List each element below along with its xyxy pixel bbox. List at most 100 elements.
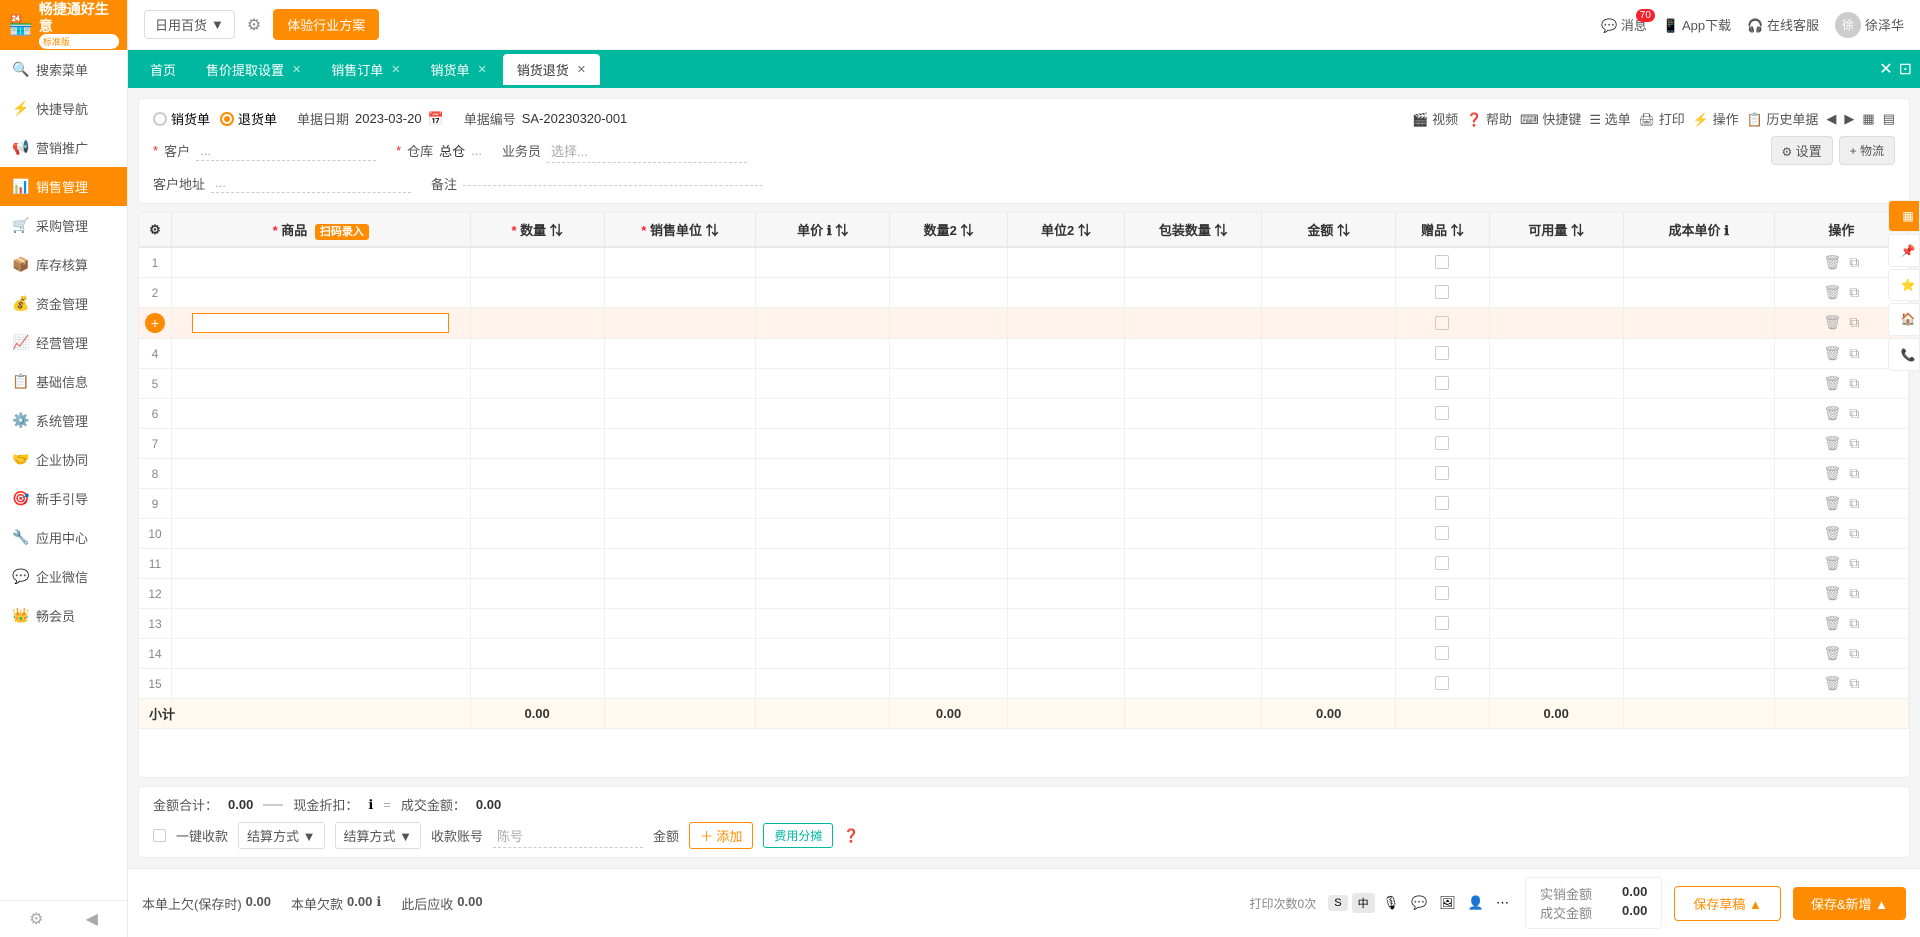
gift-checkbox-2[interactable]: [1435, 285, 1449, 299]
gift-checkbox-14[interactable]: [1435, 646, 1449, 660]
sidebar-item-4[interactable]: 🛒采购管理: [0, 206, 127, 245]
avail-cell-6[interactable]: [1489, 398, 1623, 428]
gift-cell-12[interactable]: [1396, 578, 1489, 608]
info-icon[interactable]: ℹ: [368, 797, 373, 813]
pkg-cell-12[interactable]: [1125, 578, 1262, 608]
qty2-cell-8[interactable]: [890, 458, 1007, 488]
product-cell-2[interactable]: [172, 277, 471, 307]
product-cell-3[interactable]: [172, 307, 471, 338]
staff-input[interactable]: 选择...: [547, 139, 747, 163]
product-cell-13[interactable]: [172, 608, 471, 638]
qty2-cell-12[interactable]: [890, 578, 1007, 608]
price-cell-11[interactable]: [756, 548, 890, 578]
warehouse-select[interactable]: ...: [471, 143, 482, 158]
gift-checkbox-9[interactable]: [1435, 496, 1449, 510]
gift-checkbox-7[interactable]: [1435, 436, 1449, 450]
copy-icon-1[interactable]: ⧉: [1849, 254, 1859, 271]
pkg-cell-5[interactable]: [1125, 368, 1262, 398]
unit-cell-13[interactable]: [604, 608, 755, 638]
app-download-link[interactable]: 📱 App下载: [1663, 15, 1731, 34]
toolbar-history[interactable]: 📋 历史单据: [1747, 109, 1819, 128]
copy-icon-3[interactable]: ⧉: [1849, 314, 1859, 331]
gift-cell-5[interactable]: [1396, 368, 1489, 398]
gift-checkbox-4[interactable]: [1435, 346, 1449, 360]
col-settings[interactable]: ⚙: [139, 213, 172, 247]
unit-cell-6[interactable]: [604, 398, 755, 428]
status-icon-s[interactable]: S: [1328, 895, 1347, 911]
copy-icon-13[interactable]: ⧉: [1849, 615, 1859, 632]
toolbar-view-card[interactable]: ▦: [1862, 109, 1874, 128]
pkg-cell-10[interactable]: [1125, 518, 1262, 548]
unit2-cell-14[interactable]: [1007, 638, 1124, 668]
price-cell-1[interactable]: [756, 247, 890, 277]
unit2-cell-2[interactable]: [1007, 277, 1124, 307]
tab-close-all-button[interactable]: ✕: [1879, 59, 1892, 79]
status-icon-mic[interactable]: 🎙: [1379, 893, 1404, 913]
sidebar-item-11[interactable]: 🎯新手引导: [0, 479, 127, 518]
copy-icon-12[interactable]: ⧉: [1849, 585, 1859, 602]
amount-cell-4[interactable]: [1262, 338, 1396, 368]
status-icon-img[interactable]: 🖼: [1435, 893, 1460, 913]
unit-cell-15[interactable]: [604, 668, 755, 698]
pkg-cell-14[interactable]: [1125, 638, 1262, 668]
delete-icon-13[interactable]: 🗑: [1823, 615, 1841, 632]
avail-cell-15[interactable]: [1489, 668, 1623, 698]
amount-cell-8[interactable]: [1262, 458, 1396, 488]
toolbar-operation[interactable]: ⚡ 操作: [1693, 109, 1739, 128]
delete-icon-1[interactable]: 🗑: [1823, 254, 1841, 271]
gift-cell-8[interactable]: [1396, 458, 1489, 488]
amount-cell-12[interactable]: [1262, 578, 1396, 608]
copy-icon-4[interactable]: ⧉: [1849, 345, 1859, 362]
cost-cell-2[interactable]: [1623, 277, 1774, 307]
tab-maximize-button[interactable]: ⊡: [1899, 59, 1912, 79]
qty2-cell-6[interactable]: [890, 398, 1007, 428]
delete-icon-15[interactable]: 🗑: [1823, 675, 1841, 692]
unit2-cell-3[interactable]: [1007, 307, 1124, 338]
qty2-cell-4[interactable]: [890, 338, 1007, 368]
price-cell-14[interactable]: [756, 638, 890, 668]
toolbar-prev[interactable]: ◀: [1826, 109, 1836, 128]
price-cell-12[interactable]: [756, 578, 890, 608]
qty2-cell-15[interactable]: [890, 668, 1007, 698]
unit-cell-1[interactable]: [604, 247, 755, 277]
tab-sales-order-close[interactable]: ✕: [391, 63, 400, 76]
one-click-checkbox[interactable]: [153, 829, 166, 842]
cost-cell-9[interactable]: [1623, 488, 1774, 518]
save-draft-button[interactable]: 保存草稿 ▲: [1674, 886, 1781, 921]
copy-icon-5[interactable]: ⧉: [1849, 375, 1859, 392]
qty-cell-12[interactable]: [470, 578, 604, 608]
unit-cell-3[interactable]: [604, 307, 755, 338]
avail-cell-12[interactable]: [1489, 578, 1623, 608]
toolbar-select[interactable]: ☰ 选单: [1589, 109, 1630, 128]
price-cell-8[interactable]: [756, 458, 890, 488]
qty-cell-9[interactable]: [470, 488, 604, 518]
pkg-cell-13[interactable]: [1125, 608, 1262, 638]
unit2-cell-5[interactable]: [1007, 368, 1124, 398]
qty2-cell-5[interactable]: [890, 368, 1007, 398]
unit2-cell-4[interactable]: [1007, 338, 1124, 368]
qty-cell-11[interactable]: [470, 548, 604, 578]
product-cell-9[interactable]: [172, 488, 471, 518]
product-cell-11[interactable]: [172, 548, 471, 578]
amount-cell-5[interactable]: [1262, 368, 1396, 398]
qty2-cell-11[interactable]: [890, 548, 1007, 578]
copy-icon-6[interactable]: ⧉: [1849, 405, 1859, 422]
amount-cell-11[interactable]: [1262, 548, 1396, 578]
qty2-cell-13[interactable]: [890, 608, 1007, 638]
product-cell-4[interactable]: [172, 338, 471, 368]
unit-cell-5[interactable]: [604, 368, 755, 398]
settlement-select[interactable]: 结算方式 ▼: [238, 822, 324, 849]
right-float-btn-2[interactable]: 📌: [1888, 234, 1920, 267]
gift-checkbox-6[interactable]: [1435, 406, 1449, 420]
qty2-cell-1[interactable]: [890, 247, 1007, 277]
help-icon[interactable]: ❓: [843, 828, 859, 844]
delete-icon-2[interactable]: 🗑: [1823, 284, 1841, 301]
sidebar-item-14[interactable]: 👑畅会员: [0, 596, 127, 635]
unit-cell-9[interactable]: [604, 488, 755, 518]
pkg-cell-9[interactable]: [1125, 488, 1262, 518]
qty-cell-4[interactable]: [470, 338, 604, 368]
qty2-cell-9[interactable]: [890, 488, 1007, 518]
pkg-cell-4[interactable]: [1125, 338, 1262, 368]
price-cell-3[interactable]: [756, 307, 890, 338]
tab-sales-return-close[interactable]: ✕: [577, 63, 586, 76]
